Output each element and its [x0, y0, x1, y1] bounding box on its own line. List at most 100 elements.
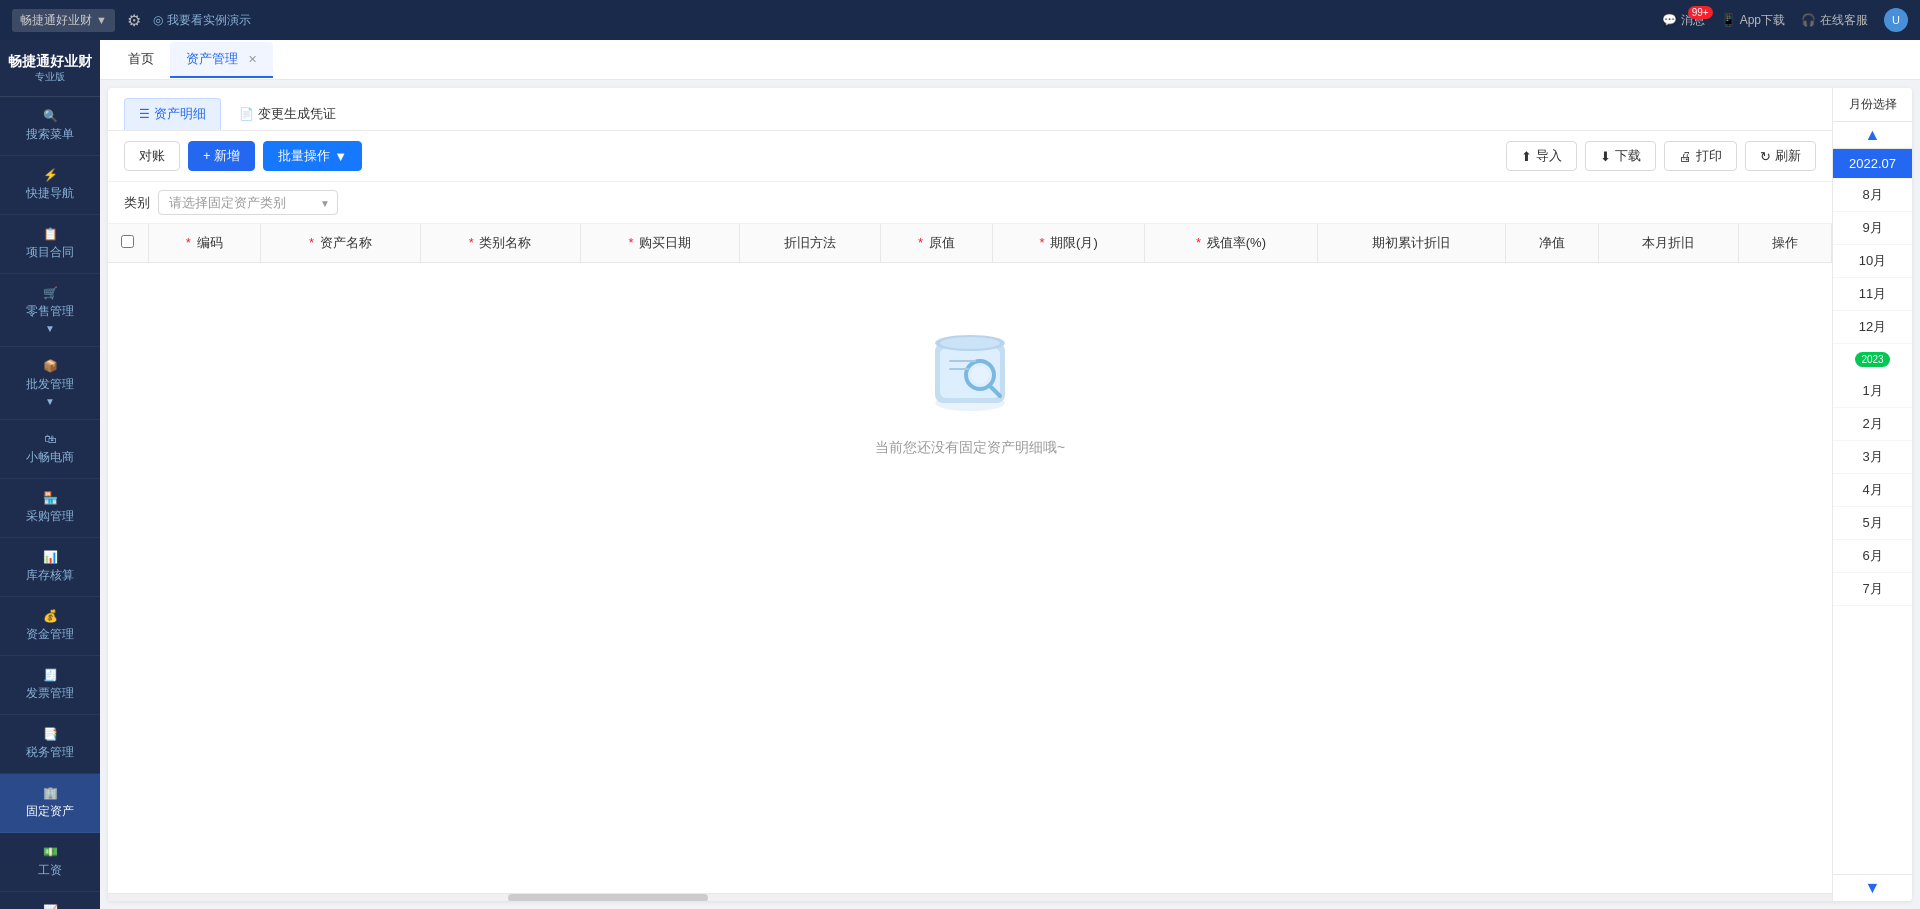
app-download-button[interactable]: 📱 App下载: [1721, 12, 1785, 29]
sidebar-item-search[interactable]: 🔍 搜索菜单: [0, 97, 100, 156]
doc-icon: 📄: [239, 107, 254, 121]
tab-home[interactable]: 首页: [112, 42, 170, 78]
month-panel-title: 月份选择: [1849, 97, 1897, 111]
sub-tab-asset-detail[interactable]: ☰ 资产明细: [124, 98, 221, 130]
category-filter: 类别 请选择固定资产类别: [108, 182, 1832, 224]
message-icon: 💬: [1662, 13, 1677, 27]
batch-button[interactable]: 批量操作 ▼: [263, 141, 362, 171]
print-label: 打印: [1696, 147, 1722, 165]
sidebar-item-invoice[interactable]: 🧾 发票管理: [0, 656, 100, 715]
top-bar-left: 畅捷通好业财 ▼ ⚙ ◎ 我要看实例演示: [12, 7, 1662, 34]
purchase-icon: 🏪: [43, 491, 58, 505]
empty-state-icon: [910, 323, 1030, 423]
wholesale-arrow-icon: ▼: [45, 396, 55, 407]
month-item-3[interactable]: 3月: [1833, 441, 1912, 474]
ecommerce-icon: 🛍: [44, 432, 56, 446]
th-net-value: 净值: [1505, 224, 1598, 263]
month-panel-header: 月份选择: [1833, 88, 1912, 122]
month-item-8[interactable]: 8月: [1833, 179, 1912, 212]
sidebar-item-inventory[interactable]: 📊 库存核算: [0, 538, 100, 597]
th-purchase-date: * 购买日期: [580, 224, 740, 263]
sidebar-logo: 畅捷通好业财 专业版: [0, 40, 100, 97]
sidebar-item-ecommerce[interactable]: 🛍 小畅电商: [0, 420, 100, 479]
month-item-9[interactable]: 9月: [1833, 212, 1912, 245]
online-service-label: 在线客服: [1820, 12, 1868, 29]
current-year-month: 2022.07: [1849, 156, 1896, 171]
demo-link[interactable]: ◎ 我要看实例演示: [153, 12, 251, 29]
select-all-checkbox[interactable]: [121, 235, 134, 248]
refresh-button[interactable]: ↻ 刷新: [1745, 141, 1816, 171]
salary-icon: 💵: [43, 845, 58, 859]
sidebar-item-purchase[interactable]: 🏪 采购管理: [0, 479, 100, 538]
sidebar-item-retail[interactable]: 🛒 零售管理 ▼: [0, 274, 100, 347]
search-icon: 🔍: [43, 109, 58, 123]
sidebar-item-wholesale[interactable]: 📦 批发管理 ▼: [0, 347, 100, 420]
category-select[interactable]: 请选择固定资产类别: [158, 190, 338, 215]
month-panel-collapse-up[interactable]: ▲: [1865, 126, 1881, 144]
sub-tab-change-voucher[interactable]: 📄 变更生成凭证: [225, 99, 350, 129]
sidebar-item-quick-nav[interactable]: ⚡ 快捷导航: [0, 156, 100, 215]
scrollbar-thumb[interactable]: [508, 894, 708, 901]
month-item-current[interactable]: 2022.07: [1833, 149, 1912, 179]
tax-icon: 📑: [43, 727, 58, 741]
import-button[interactable]: ⬆ 导入: [1506, 141, 1577, 171]
month-item-6[interactable]: 6月: [1833, 540, 1912, 573]
sidebar-item-salary[interactable]: 💵 工资: [0, 833, 100, 892]
month-panel-collapse-down[interactable]: ▼: [1865, 879, 1881, 897]
th-depreciation-method: 折旧方法: [740, 224, 880, 263]
sidebar-label-wholesale: 批发管理: [26, 376, 74, 393]
sidebar-label-tax: 税务管理: [26, 744, 74, 761]
month-item-10[interactable]: 10月: [1833, 245, 1912, 278]
batch-dropdown-icon: ▼: [334, 149, 347, 164]
month-item-12[interactable]: 12月: [1833, 311, 1912, 344]
project-icon: 📋: [43, 227, 58, 241]
sidebar-item-project[interactable]: 📋 项目合同: [0, 215, 100, 274]
print-button[interactable]: 🖨 打印: [1664, 141, 1737, 171]
category-select-wrapper: 请选择固定资产类别: [158, 190, 338, 215]
settings-button[interactable]: ⚙: [123, 7, 145, 34]
sidebar-item-finance[interactable]: 💰 资金管理: [0, 597, 100, 656]
download-button[interactable]: ⬇ 下载: [1585, 141, 1656, 171]
page-content: ☰ 资产明细 📄 变更生成凭证 对账 + 新增: [108, 88, 1912, 901]
download-icon: ⬇: [1600, 149, 1611, 164]
th-residual-rate: * 残值率(%): [1145, 224, 1318, 263]
month-item-4[interactable]: 4月: [1833, 474, 1912, 507]
refresh-icon: ↻: [1760, 149, 1771, 164]
print-icon: 🖨: [1679, 149, 1692, 164]
headset-icon: 🎧: [1801, 13, 1816, 27]
month-item-5[interactable]: 5月: [1833, 507, 1912, 540]
month-item-7[interactable]: 7月: [1833, 573, 1912, 606]
sidebar-item-tax[interactable]: 📑 税务管理: [0, 715, 100, 774]
month-item-2[interactable]: 2月: [1833, 408, 1912, 441]
month-item-1[interactable]: 1月: [1833, 375, 1912, 408]
operations-icon: 📈: [43, 904, 58, 909]
sidebar-label-ecommerce: 小畅电商: [26, 449, 74, 466]
sub-tab-change-voucher-label: 变更生成凭证: [258, 105, 336, 123]
message-button[interactable]: 💬 消息 99+: [1662, 12, 1705, 29]
th-name: * 资产名称: [260, 224, 420, 263]
sidebar-label-project: 项目合同: [26, 244, 74, 261]
tab-close-icon[interactable]: ✕: [248, 53, 257, 65]
sidebar: 畅捷通好业财 专业版 🔍 搜索菜单 ⚡ 快捷导航 📋 项目合同 🛒 零售管理 ▼…: [0, 40, 100, 909]
online-service-button[interactable]: 🎧 在线客服: [1801, 12, 1868, 29]
tab-asset-mgmt[interactable]: 资产管理 ✕: [170, 42, 273, 78]
main-layout: 畅捷通好业财 专业版 🔍 搜索菜单 ⚡ 快捷导航 📋 项目合同 🛒 零售管理 ▼…: [0, 40, 1920, 909]
user-menu[interactable]: U: [1884, 8, 1908, 32]
tab-home-label: 首页: [128, 51, 154, 66]
sidebar-item-operations[interactable]: 📈 经营管理: [0, 892, 100, 909]
sidebar-label-search: 搜索菜单: [26, 126, 74, 143]
import-label: 导入: [1536, 147, 1562, 165]
refresh-label: 刷新: [1775, 147, 1801, 165]
main-panel: ☰ 资产明细 📄 变更生成凭证 对账 + 新增: [108, 88, 1832, 901]
month-item-11[interactable]: 11月: [1833, 278, 1912, 311]
sidebar-item-fixed-assets[interactable]: 🏢 固定资产: [0, 774, 100, 833]
svg-rect-2: [940, 348, 1000, 398]
app-download-label: App下载: [1740, 12, 1785, 29]
company-selector[interactable]: 畅捷通好业财 ▼: [12, 9, 115, 32]
category-label: 类别: [124, 194, 150, 212]
horizontal-scrollbar[interactable]: [108, 893, 1832, 901]
top-bar: 畅捷通好业财 ▼ ⚙ ◎ 我要看实例演示 💬 消息 99+ 📱 App下载 🎧 …: [0, 0, 1920, 40]
reconcile-button[interactable]: 对账: [124, 141, 180, 171]
top-bar-right: 💬 消息 99+ 📱 App下载 🎧 在线客服 U: [1662, 8, 1908, 32]
add-button[interactable]: + 新增: [188, 141, 255, 171]
